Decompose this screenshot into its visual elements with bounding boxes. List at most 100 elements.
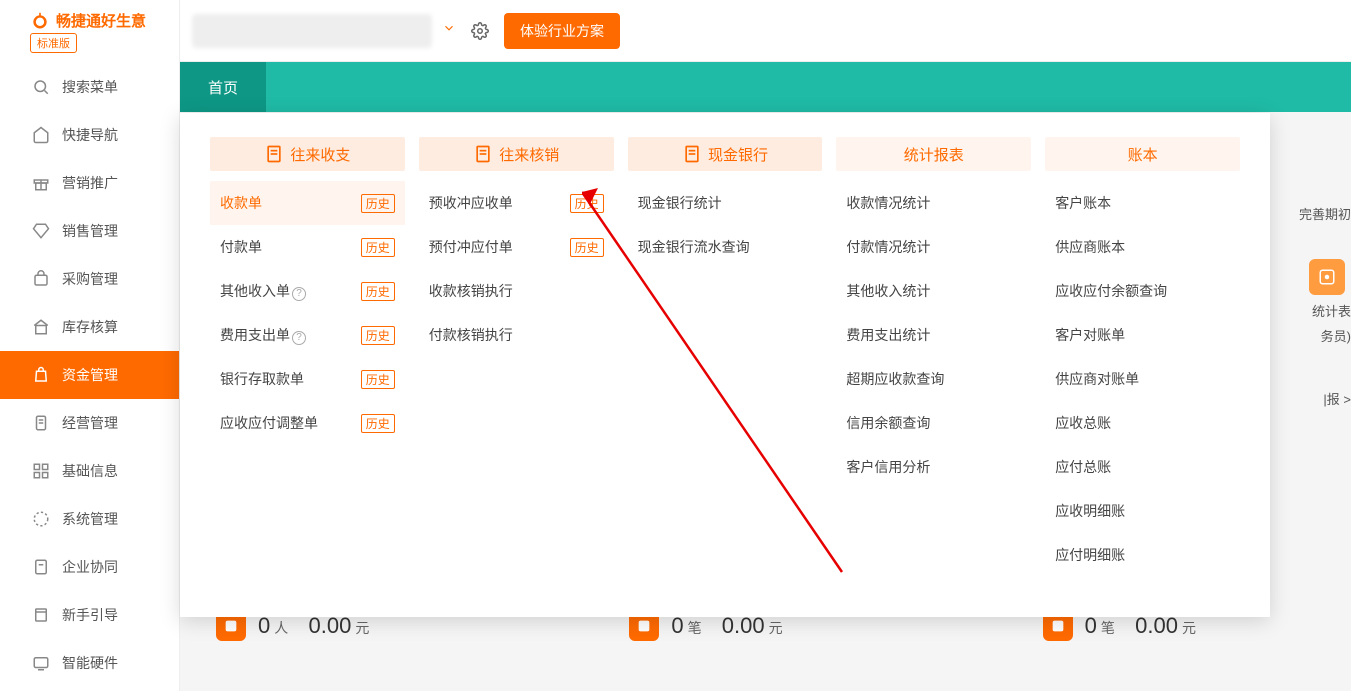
mega-item-label: 收款核销执行 <box>429 281 513 301</box>
mega-menu-item[interactable]: 应收总账 <box>1045 401 1240 445</box>
brand-name: 畅捷通好生意 <box>56 10 146 31</box>
mega-menu-item[interactable]: 超期应收款查询 <box>836 357 1031 401</box>
mega-menu-item[interactable]: 应付总账 <box>1045 445 1240 489</box>
mega-item-label: 付款核销执行 <box>429 325 513 345</box>
mega-menu-item[interactable]: 供应商账本 <box>1045 225 1240 269</box>
sidebar-item[interactable]: 库存核算 <box>0 303 179 351</box>
mega-menu-item[interactable]: 收款核销执行 <box>419 269 614 313</box>
history-tag[interactable]: 历史 <box>361 326 395 345</box>
cart-icon <box>32 270 50 288</box>
mega-menu-item[interactable]: 应收应付调整单 历史 <box>210 401 405 445</box>
mega-menu-item[interactable]: 现金银行统计 <box>628 181 823 225</box>
doc-icon <box>473 144 493 164</box>
mega-menu-item[interactable]: 付款单历史 <box>210 225 405 269</box>
mega-menu-item[interactable]: 其他收入统计 <box>836 269 1031 313</box>
mega-menu-item[interactable]: 银行存取款单历史 <box>210 357 405 401</box>
sidebar-item-label: 企业协同 <box>62 557 118 577</box>
help-icon[interactable]: ? <box>292 287 306 301</box>
history-tag[interactable]: 历史 <box>361 414 395 433</box>
sidebar-item[interactable]: 新手引导 <box>0 591 179 639</box>
logo-area: 畅捷通好生意 标准版 <box>0 0 179 57</box>
tab-home[interactable]: 首页 <box>180 62 266 112</box>
sidebar-item[interactable]: 智能硬件 <box>0 639 179 687</box>
mega-menu-item[interactable]: 应收应付余额查询 <box>1045 269 1240 313</box>
sidebar-item[interactable]: 营销推广 <box>0 159 179 207</box>
mega-menu-item[interactable]: 供应商对账单 <box>1045 357 1240 401</box>
sidebar-item[interactable]: 企业协同 <box>0 543 179 591</box>
history-tag[interactable]: 历史 <box>361 194 395 213</box>
mega-column-title: 往来核销 <box>499 144 559 165</box>
mega-menu-item[interactable]: 信用余额查询 <box>836 401 1031 445</box>
right-peek: 完善期初 统计表 务员) |报 > <box>1287 112 1351 691</box>
note-icon <box>32 558 50 576</box>
mega-item-label: 供应商账本 <box>1055 237 1125 257</box>
mega-menu-item[interactable]: 预付冲应付单 历史 <box>419 225 614 269</box>
sidebar-item[interactable]: 快捷导航 <box>0 111 179 159</box>
mega-column-title: 现金银行 <box>708 144 768 165</box>
mega-column-title: 账本 <box>1128 144 1158 165</box>
mega-menu-item[interactable]: 费用支出单?历史 <box>210 313 405 357</box>
mega-menu-item[interactable]: 其他收入单?历史 <box>210 269 405 313</box>
diamond-icon <box>32 222 50 240</box>
sidebar-item-label: 采购管理 <box>62 269 118 289</box>
sidebar-item-label: 资金管理 <box>62 365 118 385</box>
mega-menu-item[interactable]: 应付明细账 <box>1045 533 1240 577</box>
stat-unit: 笔 <box>1101 618 1115 638</box>
clipboard-icon <box>32 414 50 432</box>
mega-menu-item[interactable]: 付款情况统计 <box>836 225 1031 269</box>
main-area: 体验行业方案 首页 完善期初 统计表 务员) |报 > 0人 0.00元0笔 0… <box>180 0 1351 691</box>
mega-menu-item[interactable]: 应收明细账 <box>1045 489 1240 533</box>
tv-icon <box>32 654 50 672</box>
mega-menu-item[interactable]: 预收冲应收单历史 <box>419 181 614 225</box>
history-tag[interactable]: 历史 <box>361 282 395 301</box>
sidebar-item[interactable]: 销售管理 <box>0 207 179 255</box>
help-icon[interactable]: ? <box>292 331 306 345</box>
sidebar-item[interactable]: 基础信息 <box>0 447 179 495</box>
gear-icon[interactable] <box>466 17 494 45</box>
sidebar-item[interactable]: 资金管理 <box>0 351 179 399</box>
mega-menu-item[interactable]: 收款情况统计 <box>836 181 1031 225</box>
sidebar-item-label: 库存核算 <box>62 317 118 337</box>
mega-column: 现金银行现金银行统计现金银行流水查询 <box>628 137 823 577</box>
mega-column-header: 统计报表 <box>836 137 1031 171</box>
mega-menu-item[interactable]: 客户信用分析 <box>836 445 1031 489</box>
peek-orange-icon[interactable] <box>1309 259 1345 295</box>
mega-menu-item[interactable]: 付款核销执行 <box>419 313 614 357</box>
history-tag[interactable]: 历史 <box>361 370 395 389</box>
bag-icon <box>32 366 50 384</box>
mega-menu-item[interactable]: 收款单历史 <box>210 181 405 225</box>
mega-item-label: 预付冲应付单 <box>429 237 513 257</box>
search-icon <box>32 78 50 96</box>
grid-icon <box>32 462 50 480</box>
mega-column: 往来核销预收冲应收单历史预付冲应付单 历史收款核销执行付款核销执行 <box>419 137 614 577</box>
stat-unit: 笔 <box>688 618 702 638</box>
mega-menu-item[interactable]: 现金银行流水查询 <box>628 225 823 269</box>
mega-item-label: 应收明细账 <box>1055 501 1125 521</box>
chevron-down-icon[interactable] <box>442 21 456 40</box>
mega-menu-item[interactable]: 费用支出统计 <box>836 313 1031 357</box>
sidebar-item[interactable]: 经营管理 <box>0 399 179 447</box>
sidebar-item[interactable]: 系统管理 <box>0 495 179 543</box>
house-icon <box>32 318 50 336</box>
mega-item-label: 应收总账 <box>1055 413 1111 433</box>
mega-item-label: 信用余额查询 <box>846 413 930 433</box>
mega-item-label: 应收应付调整单 <box>220 413 318 433</box>
history-tag[interactable]: 历史 <box>570 194 604 213</box>
mega-item-label: 客户账本 <box>1055 193 1111 213</box>
mega-menu-item[interactable]: 客户账本 <box>1045 181 1240 225</box>
brand-logo-icon <box>30 11 50 31</box>
history-tag[interactable]: 历史 <box>361 238 395 257</box>
sidebar-item[interactable]: 采购管理 <box>0 255 179 303</box>
peek-text-2: 统计表 <box>1312 301 1351 320</box>
org-selector-blurred[interactable] <box>192 14 432 48</box>
history-tag[interactable]: 历史 <box>570 238 604 257</box>
sidebar-item-label: 新手引导 <box>62 605 118 625</box>
mega-item-label: 客户信用分析 <box>846 457 930 477</box>
mega-item-label: 其他收入统计 <box>846 281 930 301</box>
cta-button[interactable]: 体验行业方案 <box>504 13 620 49</box>
sidebar-item[interactable]: 搜索菜单 <box>0 63 179 111</box>
sidebar-item-label: 销售管理 <box>62 221 118 241</box>
home-icon <box>32 126 50 144</box>
sidebar-item-label: 基础信息 <box>62 461 118 481</box>
mega-menu-item[interactable]: 客户对账单 <box>1045 313 1240 357</box>
